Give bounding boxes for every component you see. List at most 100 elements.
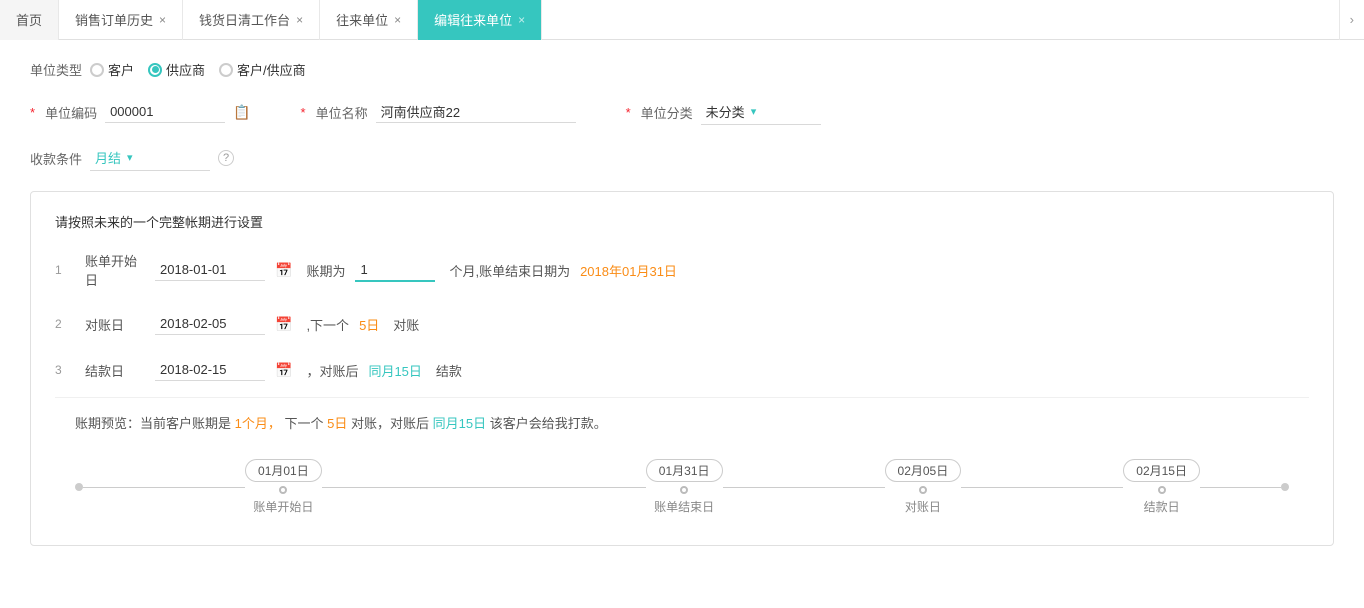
row-1-date-input[interactable] — [155, 259, 265, 281]
close-sales-history-icon[interactable]: × — [159, 13, 166, 27]
help-icon[interactable]: ? — [218, 150, 234, 166]
tab-sales-history-label: 销售订单历史 — [75, 10, 153, 29]
tab-edit-partner-label: 编辑往来单位 — [434, 10, 512, 29]
detail-row-2: 2 对账日 📅 ,下一个 5日 对账 — [55, 313, 1309, 335]
radio-customer[interactable]: 客户 — [90, 60, 134, 79]
payment-terms-label: 收款条件 — [30, 149, 82, 168]
settings-section: 请按照未来的一个完整帐期进行设置 1 账单开始日 📅 账期为 个月,账单结束日期… — [30, 191, 1334, 546]
row-2-desc-suffix: 对账 — [393, 315, 419, 334]
timeline-node-3: 02月05日 对账日 — [885, 459, 962, 515]
timeline-container: 01月01日 账单开始日 01月31日 账单结束日 02月05日 对账日 — [55, 449, 1309, 525]
preview-reconcile-highlight: 5日 — [327, 416, 347, 431]
preview-payment-suffix: 该客户会给我打款。 — [490, 416, 607, 431]
section-title: 请按照未来的一个完整帐期进行设置 — [55, 212, 1309, 231]
timeline-seg-4 — [961, 487, 1123, 488]
row-2-desc-prefix: ,下一个 — [306, 315, 349, 334]
unit-name-star: * — [301, 105, 306, 120]
radio-supplier-circle — [148, 63, 162, 77]
payment-terms-arrow-icon: ▾ — [127, 151, 133, 164]
row-3-desc-suffix: 结款 — [436, 361, 462, 380]
row-3-highlight2: 同月15日 — [368, 361, 421, 380]
unit-name-input[interactable] — [376, 101, 576, 123]
timeline-node-2: 01月31日 账单结束日 — [646, 459, 723, 515]
row-2-date-input[interactable] — [155, 313, 265, 335]
row-1-num: 1 — [55, 263, 75, 277]
unit-category-star: * — [626, 105, 631, 120]
timeline-node-4-date: 02月15日 — [1123, 459, 1200, 482]
preview-reconcile-prefix: 下一个 — [285, 416, 324, 431]
unit-category-label: 单位分类 — [641, 103, 693, 122]
timeline-seg-3 — [723, 487, 885, 488]
timeline-node-2-label: 账单结束日 — [654, 498, 714, 515]
tab-sales-history[interactable]: 销售订单历史 × — [59, 0, 183, 40]
tab-cash-work-label: 钱货日清工作台 — [199, 10, 290, 29]
period-input[interactable] — [355, 259, 435, 282]
timeline-node-1: 01月01日 账单开始日 — [245, 459, 322, 515]
close-edit-partner-icon[interactable]: × — [518, 13, 525, 27]
copy-icon[interactable]: 📋 — [233, 104, 250, 121]
tab-cash-work[interactable]: 钱货日清工作台 × — [183, 0, 320, 40]
timeline-node-3-label: 对账日 — [905, 498, 941, 515]
row-2-label: 对账日 — [85, 315, 145, 334]
tab-home-label: 首页 — [16, 10, 42, 29]
preview-period: 1个月， — [235, 416, 281, 431]
payment-terms-select[interactable]: 月结 ▾ — [90, 145, 210, 171]
timeline-node-4-dot — [1158, 486, 1166, 494]
radio-supplier[interactable]: 供应商 — [148, 60, 205, 79]
unit-type-group: 单位类型 客户 供应商 客户/供应商 — [30, 60, 306, 79]
preview-text: 账期预览：当前客户账期是 1个月， 下一个 5日 对账，对账后 同月15日 该客… — [75, 412, 1289, 435]
timeline-node-1-dot — [279, 486, 287, 494]
unit-code-group: * 单位编码 📋 — [30, 101, 251, 123]
timeline-node-1-date: 01月01日 — [245, 459, 322, 482]
row-2-cal-icon[interactable]: 📅 — [275, 316, 292, 333]
timeline-node-4-label: 结款日 — [1144, 498, 1180, 515]
detail-row-1: 1 账单开始日 📅 账期为 个月,账单结束日期为 2018年01月31日 — [55, 251, 1309, 289]
row-3-desc-prefix: ，对账后 — [306, 361, 358, 380]
unit-type-label: 单位类型 — [30, 60, 82, 79]
preview-label: 账期预览：当前客户账期是 — [75, 416, 231, 431]
radio-both-circle — [219, 63, 233, 77]
timeline-seg-1 — [83, 487, 245, 488]
unit-type-row: 单位类型 客户 供应商 客户/供应商 — [30, 60, 1334, 79]
detail-row-3: 3 结款日 📅 ，对账后 同月15日 结款 — [55, 359, 1309, 381]
unit-name-label: 单位名称 — [316, 103, 368, 122]
row-3-date-input[interactable] — [155, 359, 265, 381]
timeline-seg-5 — [1200, 487, 1281, 488]
radio-customer-label: 客户 — [108, 60, 134, 79]
row-1-cal-icon[interactable]: 📅 — [275, 262, 292, 279]
unit-category-select[interactable]: 未分类 ▾ — [701, 99, 821, 125]
tab-bar: 首页 销售订单历史 × 钱货日清工作台 × 往来单位 × 编辑往来单位 × › — [0, 0, 1364, 40]
timeline-node-1-label: 账单开始日 — [253, 498, 313, 515]
row-3-cal-icon[interactable]: 📅 — [275, 362, 292, 379]
tab-home[interactable]: 首页 — [0, 0, 59, 40]
radio-both[interactable]: 客户/供应商 — [219, 60, 306, 79]
radio-customer-circle — [90, 63, 104, 77]
unit-info-row: * 单位编码 📋 * 单位名称 * 单位分类 未分类 ▾ — [30, 99, 1334, 125]
row-1-end-date: 2018年01月31日 — [580, 261, 677, 280]
unit-code-input[interactable] — [105, 101, 225, 123]
main-content: 单位类型 客户 供应商 客户/供应商 * 单位编码 — [0, 40, 1364, 608]
unit-code-label: 单位编码 — [45, 103, 97, 122]
unit-category-group: * 单位分类 未分类 ▾ — [626, 99, 821, 125]
unit-category-value: 未分类 — [706, 102, 745, 121]
row-3-label: 结款日 — [85, 361, 145, 380]
row-2-highlight1: 5日 — [359, 315, 379, 334]
payment-terms-row: 收款条件 月结 ▾ ? — [30, 145, 1334, 171]
tab-edit-partner[interactable]: 编辑往来单位 × — [418, 0, 542, 40]
unit-code-star: * — [30, 105, 35, 120]
close-partner-icon[interactable]: × — [394, 13, 401, 27]
timeline-node-2-dot — [680, 486, 688, 494]
payment-terms-value: 月结 — [95, 148, 121, 167]
tab-partner[interactable]: 往来单位 × — [320, 0, 418, 40]
tab-overflow-arrow[interactable]: › — [1339, 0, 1364, 40]
row-1-desc-prefix: 账期为 — [306, 261, 345, 280]
unit-category-arrow-icon: ▾ — [751, 105, 757, 118]
row-1-label: 账单开始日 — [85, 251, 145, 289]
close-cash-work-icon[interactable]: × — [296, 13, 303, 27]
timeline-node-3-dot — [919, 486, 927, 494]
timeline-start-dot — [75, 483, 83, 491]
radio-both-label: 客户/供应商 — [237, 60, 306, 79]
preview-reconcile-suffix: 对账，对账后 — [351, 416, 429, 431]
preview-section: 账期预览：当前客户账期是 1个月， 下一个 5日 对账，对账后 同月15日 该客… — [55, 397, 1309, 449]
radio-supplier-label: 供应商 — [166, 60, 205, 79]
